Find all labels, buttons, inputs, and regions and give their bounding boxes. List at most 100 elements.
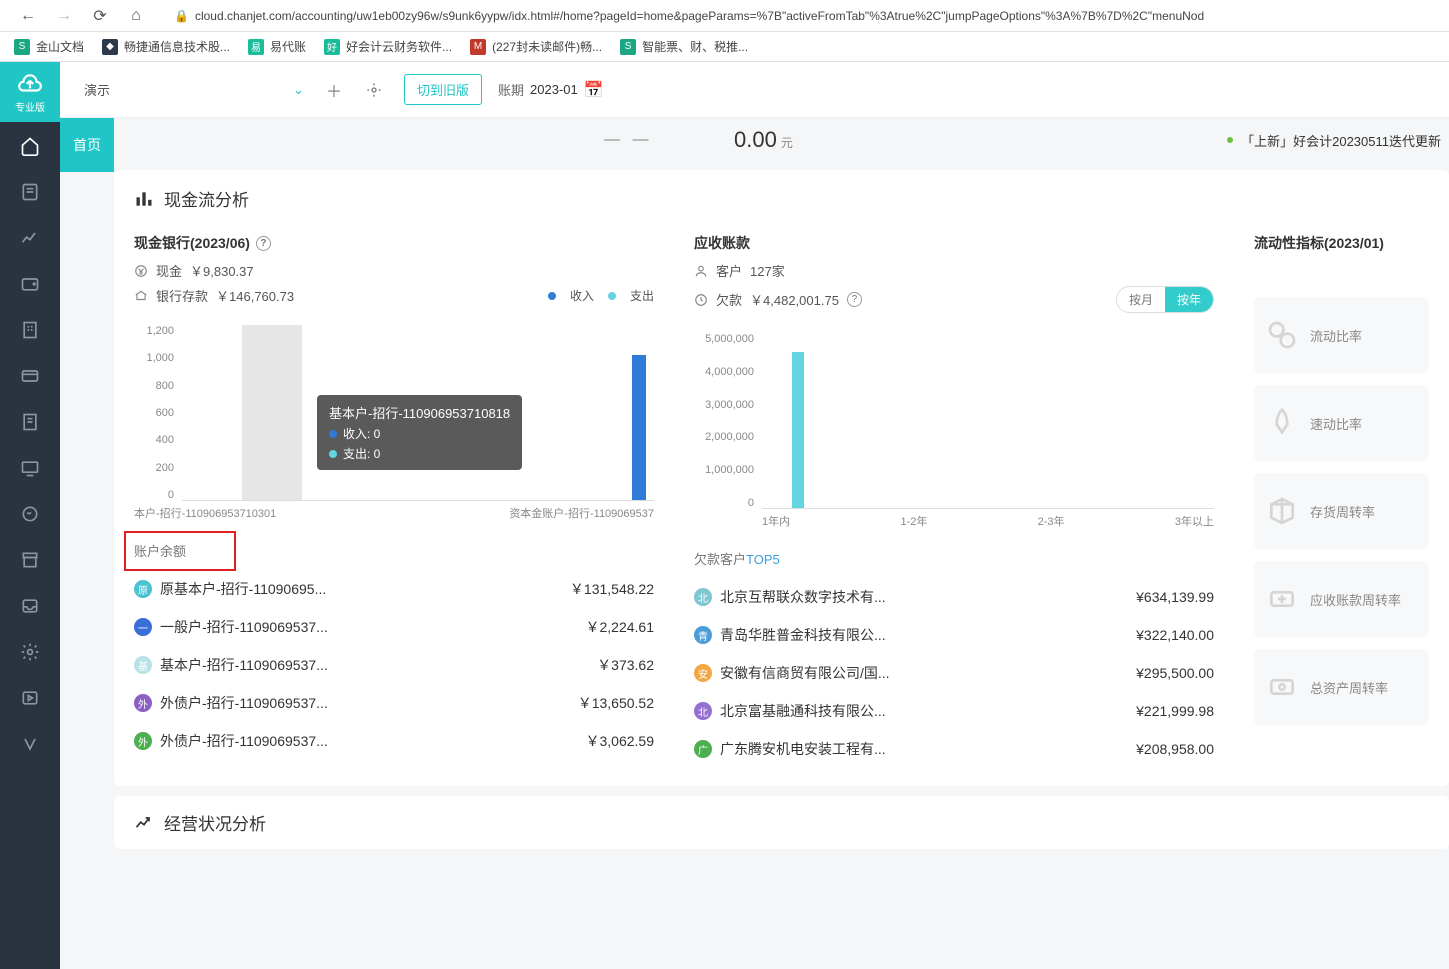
nav-settings[interactable] [0,630,60,674]
section-title: 现金流分析 [134,186,1429,211]
wallet-icon [20,274,40,294]
liquidity-title: 流动性指标(2023/01) [1254,233,1429,253]
toggle-month[interactable]: 按月 [1117,287,1165,312]
home-button[interactable]: ⌂ [124,4,148,28]
metric-card[interactable]: 流动比率 [1254,297,1429,373]
bookmark-item[interactable]: ◆畅捷通信息技术股... [102,38,230,55]
customer-row[interactable]: 安安徽有信商贸有限公司/国...¥295,500.00 [694,654,1214,692]
metric-card[interactable]: 应收账款周转率 [1254,561,1429,637]
nav-smart[interactable] [0,492,60,536]
account-row[interactable]: 外外债户-招行-1109069537...￥3,062.59 [134,722,654,760]
nav-archive[interactable] [0,538,60,582]
bookmark-icon: M [470,39,486,55]
x-tick: 2-3年 [1038,513,1065,533]
nav-assets[interactable] [0,308,60,352]
account-amount: ￥13,650.52 [578,693,654,713]
banner-amount: 0.00元 [734,127,793,153]
ar-chart: 5,000,0004,000,0003,000,0002,000,0001,00… [694,333,1214,533]
url-text: cloud.chanjet.com/accounting/uw1eb00zy96… [195,9,1204,23]
chart-plot: 基本户-招行-110906953710818 收入: 0 支出: 0 [182,325,654,501]
nav-invoice[interactable] [0,400,60,444]
nav-voucher[interactable] [0,170,60,214]
app-logo[interactable]: 专业版 [0,62,60,122]
calendar-icon[interactable]: 📅 [584,80,604,100]
browser-nav-bar: ← → ⟳ ⌂ 🔒 cloud.chanjet.com/accounting/u… [0,0,1449,32]
account-row[interactable]: 原原基本户-招行-11090695...￥131,548.22 [134,570,654,608]
metric-card[interactable]: 速动比率 [1254,385,1429,461]
bookmark-item[interactable]: 好好会计云财务软件... [324,38,452,55]
url-bar[interactable]: 🔒 cloud.chanjet.com/accounting/uw1eb00zy… [174,4,1439,28]
bookmark-icon: 易 [248,39,264,55]
account-row[interactable]: 基基本户-招行-1109069537...￥373.62 [134,646,654,684]
x-axis: 本户-招行-11090695371030​1 资本金账户-招行-11090695… [182,505,654,525]
bookmark-item[interactable]: S金山文档 [14,38,84,55]
org-dropdown[interactable]: 演示 ⌄ [74,72,314,108]
ar-column: 应收账款 客户 127家 欠款 ￥4,482,001.75 [694,233,1214,768]
nav-salary[interactable] [0,354,60,398]
screen-icon [20,458,40,478]
forward-button[interactable]: → [52,4,76,28]
nav-inbox[interactable] [0,584,60,628]
metric-card[interactable]: 存货周转率 [1254,473,1429,549]
reload-button[interactable]: ⟳ [88,4,112,28]
legend-dot-in [548,292,556,300]
account-row[interactable]: 外外债户-招行-1109069537...￥13,650.52 [134,684,654,722]
customer-row[interactable]: 青青岛华胜普金科技有限公...¥322,140.00 [694,616,1214,654]
tooltip-out: 支出: 0 [343,445,380,462]
card-icon [20,366,40,386]
toggle-year[interactable]: 按年 [1165,287,1213,312]
nav-report[interactable] [0,216,60,260]
bookmark-label: 畅捷通信息技术股... [124,38,230,55]
x-tick: 资本金账户-招行-1109069537 [509,505,654,525]
bookmark-label: 易代账 [270,38,306,55]
back-button[interactable]: ← [16,4,40,28]
bookmark-icon: S [620,39,636,55]
account-badge-icon: 一 [134,618,152,636]
help-icon[interactable]: ? [256,236,271,251]
help-icon[interactable]: ? [847,292,862,307]
bookmark-item[interactable]: 易易代账 [248,38,306,55]
cash-bank-column: 现金银行(2023/06) ? 现金 ￥9,830.37 [134,233,654,768]
chevron-down-icon: ⌄ [293,82,304,98]
logo-subtitle: 专业版 [15,99,45,114]
nav-tax[interactable] [0,446,60,490]
left-nav-rail: 专业版 [0,62,60,969]
account-amount: ￥3,062.59 [586,731,655,751]
account-badge-icon: 基 [134,656,152,674]
lock-icon: 🔒 [174,9,189,23]
bookmark-item[interactable]: S智能票、财、税推... [620,38,748,55]
account-amount: ￥373.62 [597,655,654,675]
customer-row[interactable]: 广广东腾安机电安装工程有...¥208,958.00 [694,730,1214,768]
nav-vip[interactable] [0,722,60,766]
bar-chart-icon [134,189,154,209]
settings-button[interactable] [358,74,390,106]
nav-home[interactable] [0,124,60,168]
cash-bank-chart: 1,2001,0008006004002000 基本户-招行-110906953… [134,325,654,525]
customer-row[interactable]: 北北京富基融通科技有限公...¥221,999.98 [694,692,1214,730]
rocket-icon [1266,407,1298,439]
inbox-icon [20,596,40,616]
section-title: 经营状况分析 [134,810,1429,835]
tab-home[interactable]: 首页 [60,118,114,172]
customer-row[interactable]: 北北京互帮联众数字技术有...¥634,139.99 [694,578,1214,616]
ratio-icon [1266,319,1298,351]
customer-name: 青岛华胜普金科技有限公... [720,625,886,645]
metric-card[interactable]: 总资产周转率 [1254,649,1429,725]
account-name: 外债户-招行-1109069537... [160,731,328,751]
tooltip-in: 收入: 0 [343,425,380,442]
bookmark-label: 金山文档 [36,38,84,55]
stat-label: 银行存款 [156,286,208,305]
building-icon [20,320,40,340]
news-ticker[interactable]: 「上新」好会计20230511迭代更新 [1227,131,1441,150]
add-button[interactable]: ＋ [318,74,350,106]
nav-video[interactable] [0,676,60,720]
v-icon [20,734,40,754]
nav-funds[interactable] [0,262,60,306]
legend-label: 支出 [630,287,654,304]
account-row[interactable]: 一一般户-招行-1109069537...￥2,224.61 [134,608,654,646]
bookmark-item[interactable]: M(227封未读邮件)畅... [470,38,602,55]
old-version-button[interactable]: 切到旧版 [404,74,482,105]
asset-cycle-icon [1266,671,1298,703]
period-toggle[interactable]: 按月 按年 [1116,286,1214,313]
receipt-icon [20,412,40,432]
